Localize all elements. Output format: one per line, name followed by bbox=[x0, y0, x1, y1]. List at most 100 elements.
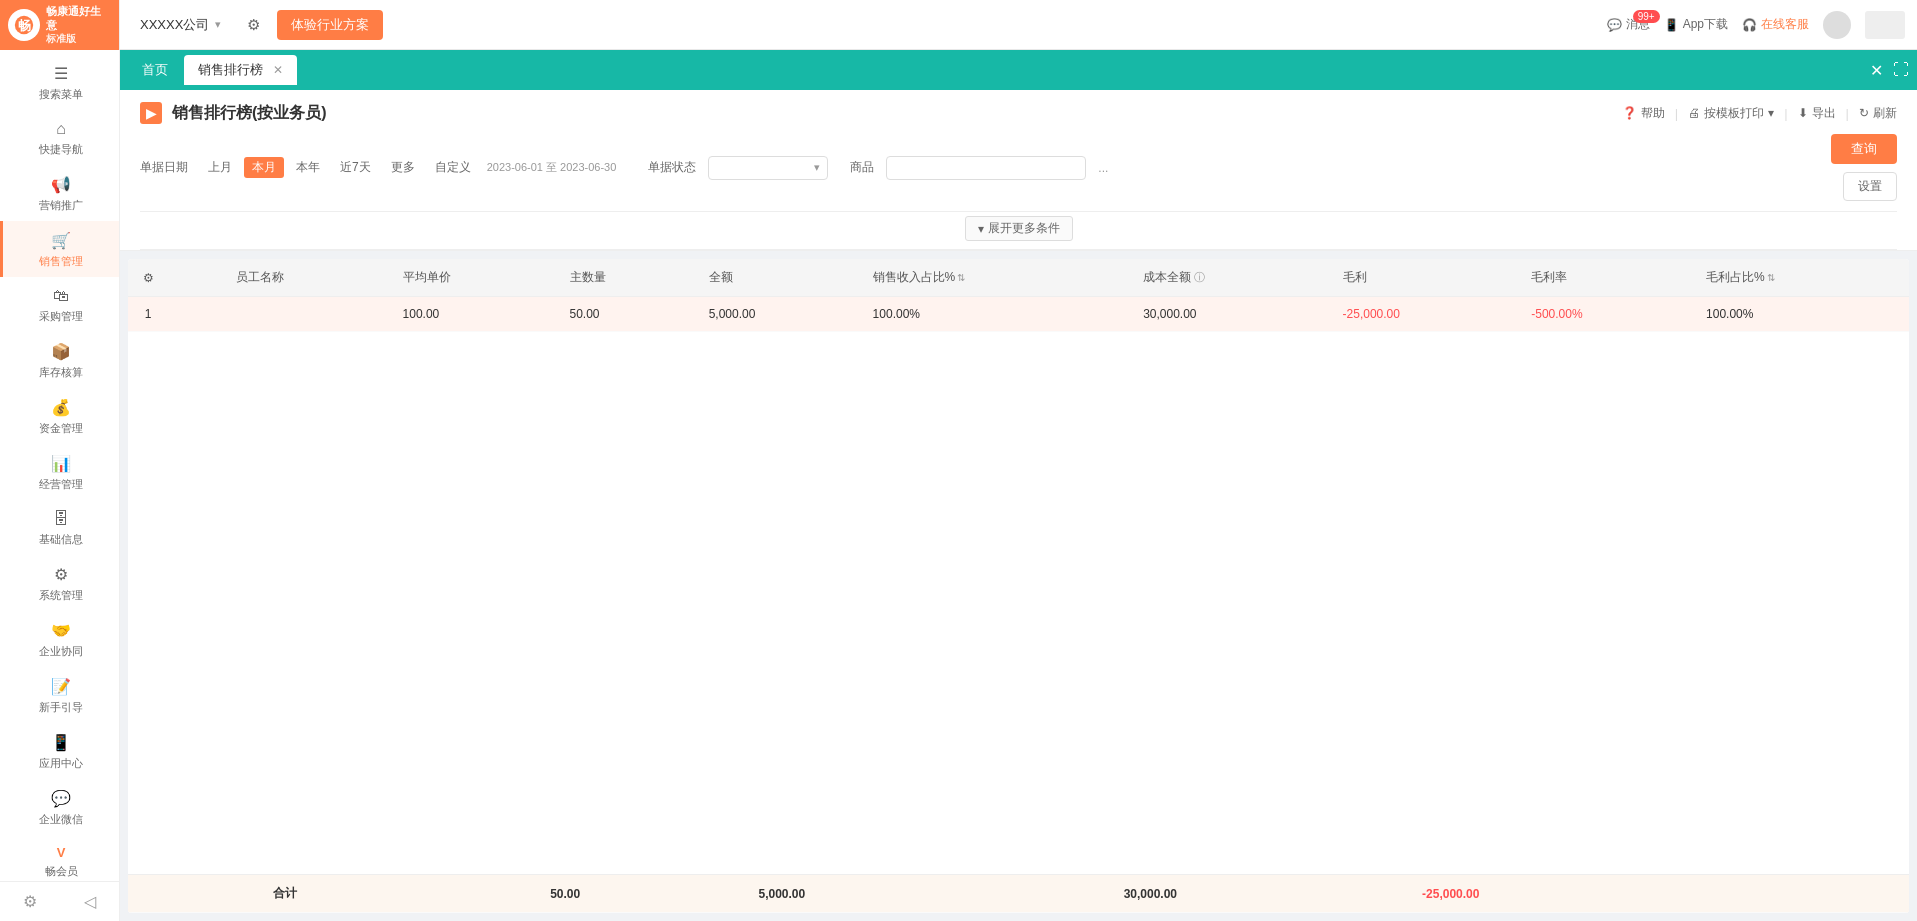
col-sales-pct[interactable]: 销售收入占比%⇅ bbox=[861, 259, 1132, 297]
topbar-right: 💬 消息 99+ 📱 App下载 🎧 在线客服 bbox=[1607, 11, 1905, 39]
sidebar-item-member[interactable]: V 畅会员 bbox=[0, 835, 119, 881]
search-menu-icon: ☰ bbox=[54, 64, 68, 83]
refresh-btn[interactable]: ↻ 刷新 bbox=[1859, 105, 1897, 122]
table-area: ⚙ 员工名称 平均单价 主数量 全额 销售收入占比%⇅ 成本全额ⓘ bbox=[128, 259, 1909, 913]
export-icon: ⬇ bbox=[1798, 106, 1808, 120]
sidebar-item-operation[interactable]: 📊 经营管理 bbox=[0, 444, 119, 500]
row-cost: 30,000.00 bbox=[1131, 297, 1330, 332]
tab-home[interactable]: 首页 bbox=[128, 55, 182, 85]
phone-icon: 📱 bbox=[1664, 18, 1679, 32]
logo-icon: 畅 bbox=[8, 9, 40, 41]
logo-text-line2: 标准版 bbox=[46, 32, 111, 46]
sidebar-logo: 畅 畅康通好生意 标准版 bbox=[0, 0, 119, 50]
sales-icon: 🛒 bbox=[51, 231, 71, 250]
help-icon[interactable]: ⓘ bbox=[1194, 271, 1205, 283]
print-chevron-icon: ▾ bbox=[1768, 106, 1774, 120]
sidebar-item-wechat[interactable]: 💬 企业微信 bbox=[0, 779, 119, 835]
goods-input[interactable] bbox=[886, 156, 1086, 180]
topbar-settings-btn[interactable]: ⚙ bbox=[239, 11, 267, 39]
sidebar-item-collab[interactable]: 🤝 企业协同 bbox=[0, 611, 119, 667]
print-btn[interactable]: 🖨 按模板打印 ▾ bbox=[1688, 105, 1774, 122]
footer-amount: 5,000.00 bbox=[746, 875, 1019, 913]
wechat-icon: 💬 bbox=[51, 789, 71, 808]
col-settings[interactable]: ⚙ bbox=[128, 259, 168, 297]
tab-sales-rank[interactable]: 销售排行榜 ✕ bbox=[184, 55, 297, 85]
company-selector[interactable]: XXXXX公司 ▾ bbox=[132, 12, 229, 38]
home-icon: ⌂ bbox=[56, 120, 66, 138]
goods-label: 商品 bbox=[850, 159, 874, 176]
row-rank-num: 1 bbox=[128, 297, 168, 332]
expand-arrow-btn[interactable]: ▶ bbox=[140, 102, 162, 124]
divider2: | bbox=[1784, 106, 1787, 121]
date-tab-custom[interactable]: 自定义 bbox=[427, 157, 479, 178]
sidebar-item-apps[interactable]: 📱 应用中心 bbox=[0, 723, 119, 779]
tab-close-all-icon[interactable]: ✕ bbox=[1870, 61, 1883, 80]
table-header: ⚙ 员工名称 平均单价 主数量 全额 销售收入占比%⇅ 成本全额ⓘ bbox=[128, 259, 1909, 297]
refresh-icon: ↻ bbox=[1859, 106, 1869, 120]
sidebar-item-quick-nav[interactable]: ⌂ 快捷导航 bbox=[0, 110, 119, 165]
topbar: XXXXX公司 ▾ ⚙ 体验行业方案 💬 消息 99+ 📱 App下载 🎧 在线… bbox=[120, 0, 1917, 50]
marketing-icon: 📢 bbox=[51, 175, 71, 194]
page-content: ▶ 销售排行榜(按业务员) ❓ 帮助 | 🖨 按模板打印 ▾ | bbox=[120, 90, 1917, 921]
topbar-app-btn[interactable]: 📱 App下载 bbox=[1664, 16, 1728, 33]
row-profit-rate: -500.00% bbox=[1519, 297, 1694, 332]
expand-conditions-btn[interactable]: ▾ 展开更多条件 bbox=[965, 216, 1073, 241]
logo-text-line1: 畅康通好生意 bbox=[46, 4, 111, 33]
query-button[interactable]: 查询 bbox=[1831, 134, 1897, 164]
sidebar-item-label: 快捷导航 bbox=[39, 142, 83, 157]
sidebar-item-inventory[interactable]: 📦 库存核算 bbox=[0, 332, 119, 388]
sidebar-item-label: 企业协同 bbox=[39, 644, 83, 659]
sidebar-item-basic[interactable]: 🗄 基础信息 bbox=[0, 500, 119, 555]
sidebar-collapse-btn[interactable]: ◁ bbox=[84, 892, 96, 911]
company-name: XXXXX公司 bbox=[140, 16, 209, 34]
expand-label: 展开更多条件 bbox=[988, 220, 1060, 237]
row-name bbox=[224, 297, 391, 332]
col-cost: 成本全额ⓘ bbox=[1131, 259, 1330, 297]
tab-home-label: 首页 bbox=[142, 61, 168, 79]
date-tab-this-month[interactable]: 本月 bbox=[244, 157, 284, 178]
help-btn[interactable]: ❓ 帮助 bbox=[1622, 105, 1665, 122]
main-area: XXXXX公司 ▾ ⚙ 体验行业方案 💬 消息 99+ 📱 App下载 🎧 在线… bbox=[120, 0, 1917, 921]
sidebar-item-label: 销售管理 bbox=[39, 254, 83, 269]
tab-close-icon[interactable]: ✕ bbox=[273, 63, 283, 77]
user-avatar[interactable] bbox=[1823, 11, 1851, 39]
trial-button[interactable]: 体验行业方案 bbox=[277, 10, 383, 40]
filter-bar: 单据日期 上月 本月 本年 近7天 更多 自定义 2023-06-01 至 20… bbox=[140, 134, 1897, 212]
footer-qty: 50.00 bbox=[538, 875, 746, 913]
tabbar-right: ✕ ⛶ bbox=[1870, 61, 1909, 80]
sidebar-item-purchase[interactable]: 🛍 采购管理 bbox=[0, 277, 119, 332]
date-tab-last-month[interactable]: 上月 bbox=[200, 157, 240, 178]
date-tab-more[interactable]: 更多 bbox=[383, 157, 423, 178]
service-label: 在线客服 bbox=[1761, 16, 1809, 33]
sidebar-item-guide[interactable]: 📝 新手引导 bbox=[0, 667, 119, 723]
col-rank bbox=[168, 259, 224, 297]
sidebar-item-search[interactable]: ☰ 搜索菜单 bbox=[0, 54, 119, 110]
sidebar-bottom: ⚙ ◁ bbox=[0, 881, 119, 921]
col-profit-pct[interactable]: 毛利占比%⇅ bbox=[1694, 259, 1909, 297]
sidebar-item-sales[interactable]: 🛒 销售管理 bbox=[0, 221, 119, 277]
apps-icon: 📱 bbox=[51, 733, 71, 752]
tab-maximize-icon[interactable]: ⛶ bbox=[1893, 61, 1909, 80]
topbar-message-btn[interactable]: 💬 消息 99+ bbox=[1607, 16, 1650, 33]
sidebar-item-label: 经营管理 bbox=[39, 477, 83, 492]
sort-icon2: ⇅ bbox=[1767, 272, 1775, 283]
message-icon: 💬 bbox=[1607, 18, 1622, 32]
more-filter-btn[interactable]: ... bbox=[1098, 161, 1108, 175]
sidebar-item-system[interactable]: ⚙ 系统管理 bbox=[0, 555, 119, 611]
settings-button[interactable]: 设置 bbox=[1843, 172, 1897, 201]
filter-row: 单据日期 上月 本月 本年 近7天 更多 自定义 2023-06-01 至 20… bbox=[140, 134, 1897, 201]
topbar-service-btn[interactable]: 🎧 在线客服 bbox=[1742, 16, 1809, 33]
date-tab-7days[interactable]: 近7天 bbox=[332, 157, 379, 178]
sidebar-item-finance[interactable]: 💰 资金管理 bbox=[0, 388, 119, 444]
export-btn[interactable]: ⬇ 导出 bbox=[1798, 105, 1836, 122]
table-row: 1 100.00 50.00 5,000.00 100.00% 30,000.0… bbox=[128, 297, 1909, 332]
divider: | bbox=[1675, 106, 1678, 121]
sidebar-settings-btn[interactable]: ⚙ bbox=[23, 892, 37, 911]
col-qty: 主数量 bbox=[558, 259, 697, 297]
date-tab-this-year[interactable]: 本年 bbox=[288, 157, 328, 178]
sidebar-item-label: 营销推广 bbox=[39, 198, 83, 213]
data-table: ⚙ 员工名称 平均单价 主数量 全额 销售收入占比%⇅ 成本全额ⓘ bbox=[128, 259, 1909, 332]
sidebar-item-marketing[interactable]: 📢 营销推广 bbox=[0, 165, 119, 221]
sidebar-item-label: 搜索菜单 bbox=[39, 87, 83, 102]
status-select[interactable] bbox=[708, 156, 828, 180]
